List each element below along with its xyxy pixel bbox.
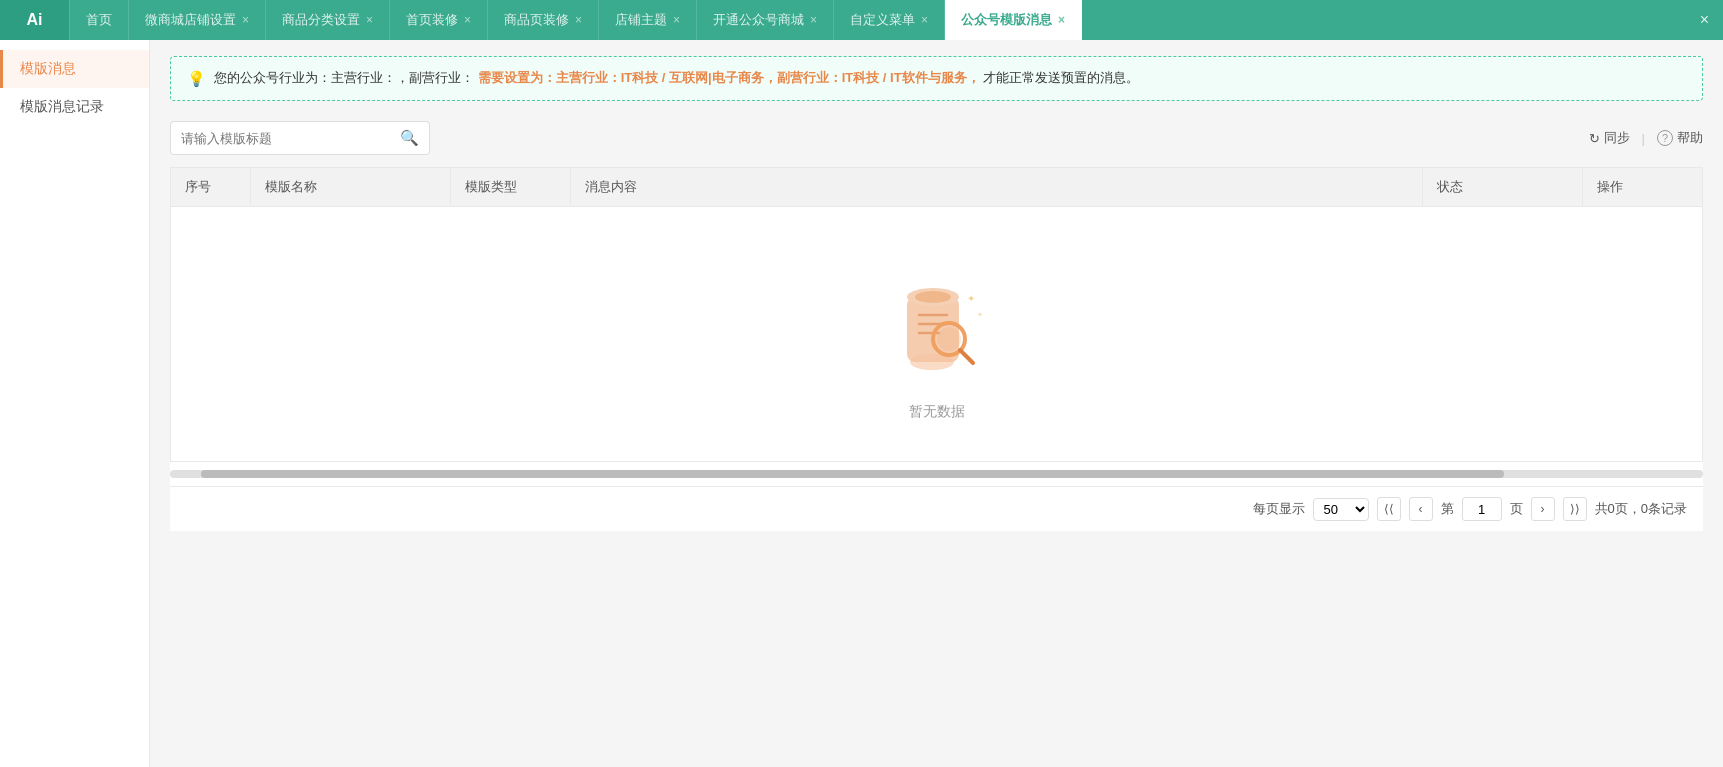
tab-custom-menu-label: 自定义菜单	[850, 11, 915, 29]
tab-open-mall-close[interactable]: ×	[810, 13, 817, 27]
table-container: 序号 模版名称 模版类型 消息内容 状态	[170, 167, 1703, 531]
total-label: 共0页，0条记录	[1595, 500, 1687, 518]
close-all-button[interactable]: ×	[1686, 11, 1723, 29]
notice-icon: 💡	[187, 70, 206, 88]
notice-prefix: 您的公众号行业为：主营行业：，副营行业：	[214, 70, 474, 85]
empty-state-row: ✦ ✦ 暂无数据	[171, 207, 1703, 462]
notice-highlight: 需要设置为：主营行业：IT科技 / 互联网|电子商务，副营行业：IT科技 / I…	[478, 70, 980, 85]
sidebar-item-template-msg-records-label: 模版消息记录	[20, 98, 104, 114]
notice-text: 您的公众号行业为：主营行业：，副营行业： 需要设置为：主营行业：IT科技 / 互…	[214, 69, 1139, 87]
notice-box: 💡 您的公众号行业为：主营行业：，副营行业： 需要设置为：主营行业：IT科技 /…	[170, 56, 1703, 101]
sync-button[interactable]: ↻ 同步	[1589, 129, 1630, 147]
tab-store-settings-label: 微商城店铺设置	[145, 11, 236, 29]
col-header-status: 状态	[1423, 168, 1583, 207]
sidebar-item-template-msg-label: 模版消息	[20, 60, 76, 76]
brand-logo: Ai	[0, 0, 70, 40]
empty-state: ✦ ✦ 暂无数据	[171, 207, 1702, 461]
tab-category-settings[interactable]: 商品分类设置 ×	[266, 0, 390, 40]
tab-bar: Ai 首页 微商城店铺设置 × 商品分类设置 × 首页装修 × 商品页装修 × …	[0, 0, 1723, 40]
tab-open-mall[interactable]: 开通公众号商城 ×	[697, 0, 834, 40]
tab-store-theme[interactable]: 店铺主题 ×	[599, 0, 697, 40]
horizontal-scrollbar[interactable]	[170, 470, 1703, 478]
tab-home-decoration-close[interactable]: ×	[464, 13, 471, 27]
content-area: 💡 您的公众号行业为：主营行业：，副营行业： 需要设置为：主营行业：IT科技 /…	[150, 40, 1723, 767]
col-header-type: 模版类型	[451, 168, 571, 207]
svg-point-8	[937, 327, 961, 351]
col-header-action: 操作	[1583, 168, 1703, 207]
tab-product-decoration-label: 商品页装修	[504, 11, 569, 29]
page-label-after: 页	[1510, 500, 1523, 518]
tab-custom-menu[interactable]: 自定义菜单 ×	[834, 0, 945, 40]
pagination: 每页显示 50 20 100 ⟨⟨ ‹ 第 页 › ⟩⟩ 共0页，0条记录	[170, 486, 1703, 531]
first-page-button[interactable]: ⟨⟨	[1377, 497, 1401, 521]
tab-store-settings[interactable]: 微商城店铺设置 ×	[129, 0, 266, 40]
search-input[interactable]	[181, 131, 400, 146]
page-number-input[interactable]	[1462, 497, 1502, 521]
sidebar: 模版消息 模版消息记录	[0, 40, 150, 767]
tab-store-theme-close[interactable]: ×	[673, 13, 680, 27]
page-size-label: 每页显示	[1253, 500, 1305, 518]
tab-store-settings-close[interactable]: ×	[242, 13, 249, 27]
tab-product-decoration[interactable]: 商品页装修 ×	[488, 0, 599, 40]
sync-label: 同步	[1604, 129, 1630, 147]
page-size-select[interactable]: 50 20 100	[1313, 498, 1369, 521]
tab-template-msg-close[interactable]: ×	[1058, 13, 1065, 27]
tab-home-label: 首页	[86, 11, 112, 29]
sidebar-item-template-msg[interactable]: 模版消息	[0, 50, 149, 88]
empty-illustration: ✦ ✦	[877, 267, 997, 387]
tab-home-decoration[interactable]: 首页装修 ×	[390, 0, 488, 40]
main-layout: 模版消息 模版消息记录 💡 您的公众号行业为：主营行业：，副营行业： 需要设置为…	[0, 40, 1723, 767]
tab-custom-menu-close[interactable]: ×	[921, 13, 928, 27]
svg-point-3	[915, 291, 951, 303]
sync-icon: ↻	[1589, 131, 1600, 146]
toolbar-right: ↻ 同步 | ? 帮助	[1589, 129, 1703, 147]
help-icon: ?	[1657, 130, 1673, 146]
page-label-before: 第	[1441, 500, 1454, 518]
search-bar: 🔍 ↻ 同步 | ? 帮助	[170, 121, 1703, 155]
help-label: 帮助	[1677, 129, 1703, 147]
last-page-button[interactable]: ⟩⟩	[1563, 497, 1587, 521]
search-icon[interactable]: 🔍	[400, 129, 419, 147]
tab-category-settings-label: 商品分类设置	[282, 11, 360, 29]
col-header-content: 消息内容	[571, 168, 1423, 207]
prev-page-button[interactable]: ‹	[1409, 497, 1433, 521]
table-header-row: 序号 模版名称 模版类型 消息内容 状态	[171, 168, 1703, 207]
notice-suffix: 才能正常发送预置的消息。	[983, 70, 1139, 85]
tab-template-msg[interactable]: 公众号模版消息 ×	[945, 0, 1082, 40]
svg-text:✦: ✦	[967, 293, 975, 304]
toolbar-divider: |	[1642, 131, 1645, 146]
tab-open-mall-label: 开通公众号商城	[713, 11, 804, 29]
tab-template-msg-label: 公众号模版消息	[961, 11, 1052, 29]
tab-home-decoration-label: 首页装修	[406, 11, 458, 29]
col-header-index: 序号	[171, 168, 251, 207]
tab-product-decoration-close[interactable]: ×	[575, 13, 582, 27]
scroll-thumb[interactable]	[201, 470, 1504, 478]
tab-category-close[interactable]: ×	[366, 13, 373, 27]
search-input-wrap[interactable]: 🔍	[170, 121, 430, 155]
col-header-name: 模版名称	[251, 168, 451, 207]
help-button[interactable]: ? 帮助	[1657, 129, 1703, 147]
svg-line-9	[960, 350, 973, 363]
svg-text:✦: ✦	[977, 311, 983, 318]
data-table: 序号 模版名称 模版类型 消息内容 状态	[170, 167, 1703, 462]
tab-home[interactable]: 首页	[70, 0, 129, 40]
sidebar-item-template-msg-records[interactable]: 模版消息记录	[0, 88, 149, 126]
next-page-button[interactable]: ›	[1531, 497, 1555, 521]
tab-store-theme-label: 店铺主题	[615, 11, 667, 29]
empty-text: 暂无数据	[909, 403, 965, 421]
